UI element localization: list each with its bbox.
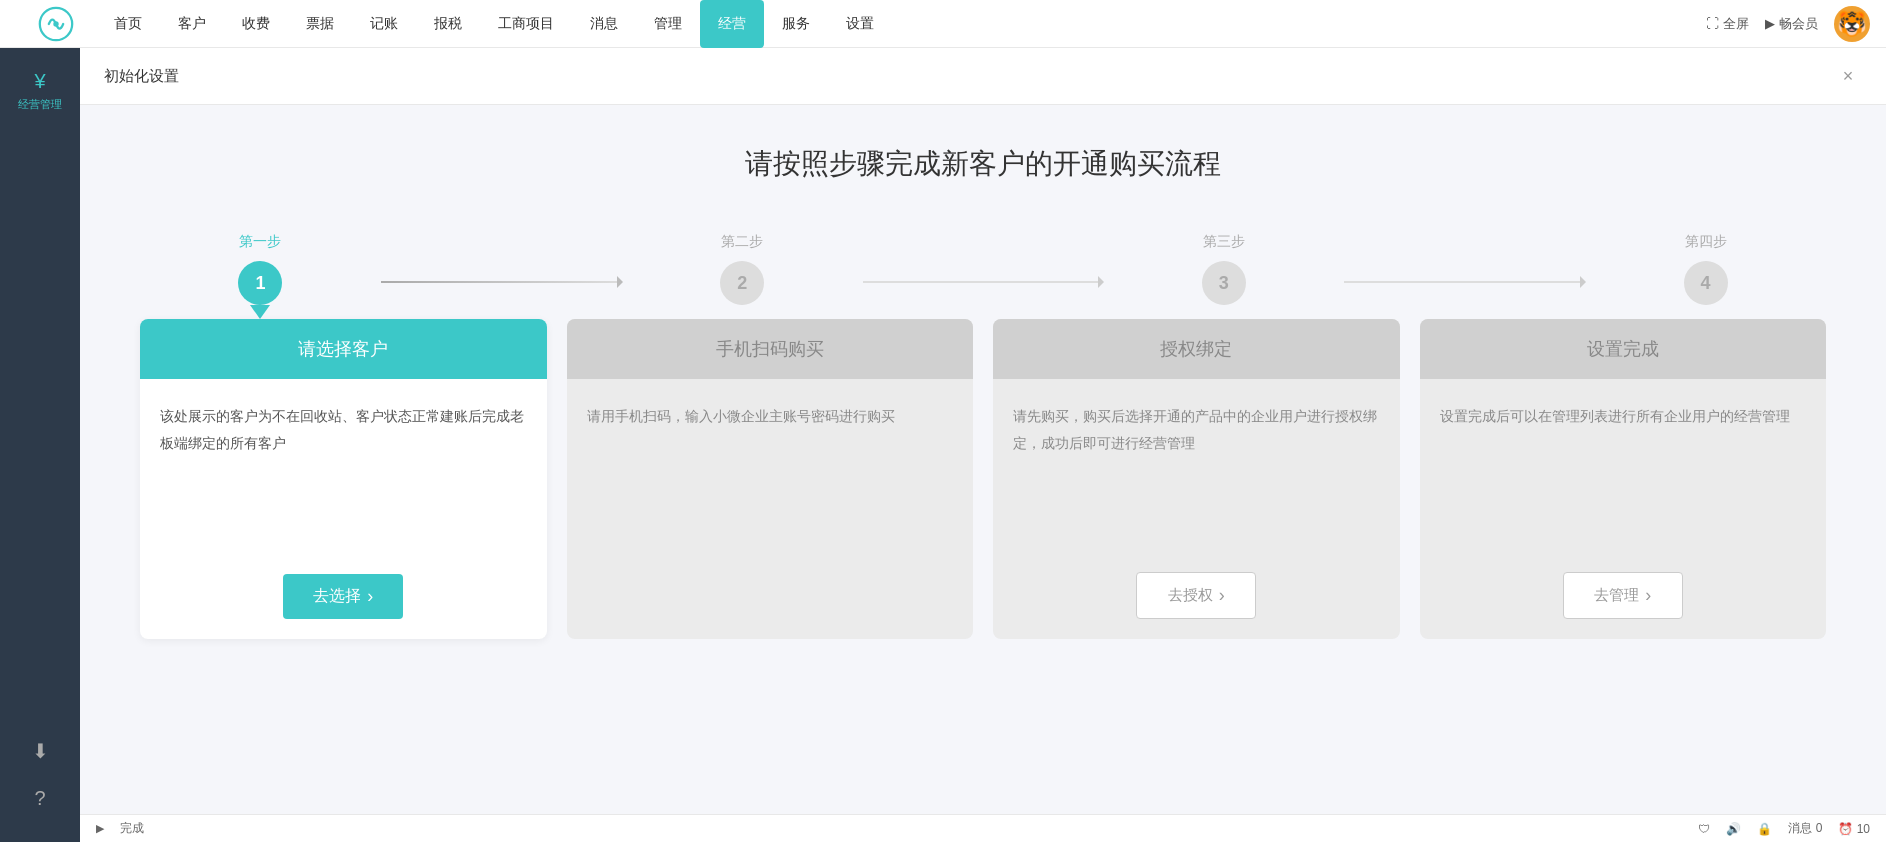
go-select-arrow: › xyxy=(367,586,373,607)
status-play-icon: ▶ xyxy=(96,822,104,835)
avatar[interactable]: 🐯 xyxy=(1834,6,1870,42)
sidebar-item-management[interactable]: ¥ 经营管理 xyxy=(0,58,80,123)
status-label: 完成 xyxy=(120,820,144,837)
card-1-header: 请选择客户 xyxy=(140,319,547,379)
card-1-footer: 去选择 › xyxy=(140,554,547,639)
wizard-title: 请按照步骤完成新客户的开通购买流程 xyxy=(745,145,1221,183)
step-1-label: 第一步 xyxy=(239,233,281,251)
main-content: 初始化设置 × 请按照步骤完成新客户的开通购买流程 第一步 1 xyxy=(80,48,1886,842)
step-3-header: 第三步 3 xyxy=(1103,233,1344,305)
step-card-4: 设置完成 设置完成后可以在管理列表进行所有企业用户的经营管理 去管理 › xyxy=(1420,319,1827,639)
management-icon: ¥ xyxy=(34,70,45,93)
app-layout: ¥ 经营管理 ⬇ ? 初始化设置 × 请按照步骤完成新客户的开通购买流程 xyxy=(0,48,1886,842)
card-3-body: 请先购买，购买后选择开通的产品中的企业用户进行授权绑定，成功后即可进行经营管理 xyxy=(993,379,1400,552)
go-select-button[interactable]: 去选择 › xyxy=(283,574,403,619)
nav-item-工商项目[interactable]: 工商项目 xyxy=(480,0,572,48)
nav-item-客户[interactable]: 客户 xyxy=(160,0,224,48)
nav-item-管理[interactable]: 管理 xyxy=(636,0,700,48)
nav-item-报税[interactable]: 报税 xyxy=(416,0,480,48)
card-4-header: 设置完成 xyxy=(1420,319,1827,379)
nav-item-消息[interactable]: 消息 xyxy=(572,0,636,48)
step-4-header: 第四步 4 xyxy=(1585,233,1826,305)
step-2-header: 第二步 2 xyxy=(622,233,863,305)
sidebar: ¥ 经营管理 ⬇ ? xyxy=(0,48,80,842)
close-button[interactable]: × xyxy=(1834,62,1862,90)
sidebar-bottom: ⬇ ? xyxy=(0,727,80,822)
go-manage-label: 去管理 xyxy=(1594,586,1639,605)
connector-2-3 xyxy=(863,281,1104,283)
help-icon: ? xyxy=(34,787,45,810)
svg-point-1 xyxy=(53,21,58,26)
fullscreen-icon: ⛶ xyxy=(1706,16,1719,31)
step-2-label: 第二步 xyxy=(721,233,763,251)
card-3-footer: 去授权 › xyxy=(993,552,1400,639)
go-authorize-arrow: › xyxy=(1219,585,1225,606)
nav-item-票据[interactable]: 票据 xyxy=(288,0,352,48)
card-1-body: 该处展示的客户为不在回收站、客户状态正常建账后完成老板端绑定的所有客户 xyxy=(140,379,547,554)
page-header: 初始化设置 × xyxy=(80,48,1886,105)
page-title: 初始化设置 xyxy=(104,67,179,86)
member-label: 畅会员 xyxy=(1779,15,1818,33)
nav-item-记账[interactable]: 记账 xyxy=(352,0,416,48)
time-display: ⏰ 10 xyxy=(1838,822,1870,836)
card-4-body: 设置完成后可以在管理列表进行所有企业用户的经营管理 xyxy=(1420,379,1827,552)
card-2-header: 手机扫码购买 xyxy=(567,319,974,379)
step-3-circle: 3 xyxy=(1202,261,1246,305)
card-2-footer xyxy=(567,599,974,639)
download-icon: ⬇ xyxy=(32,739,49,763)
fullscreen-btn[interactable]: ⛶ 全屏 xyxy=(1706,15,1749,33)
status-bar-right: 🛡 🔊 🔒 消息 0 ⏰ 10 xyxy=(1698,820,1870,837)
wizard-steps-wrapper: 第一步 1 第二步 2 xyxy=(140,233,1826,639)
connector-1-2 xyxy=(381,281,622,283)
step-card-1: 请选择客户 该处展示的客户为不在回收站、客户状态正常建账后完成老板端绑定的所有客… xyxy=(140,319,547,639)
step-1-header: 第一步 1 xyxy=(140,233,381,305)
nav-items: 首页客户收费票据记账报税工商项目消息管理经营服务设置 xyxy=(96,0,1706,48)
shield-icon: 🛡 xyxy=(1698,822,1710,836)
lock-icon: 🔒 xyxy=(1757,822,1772,836)
cards-row: 请选择客户 该处展示的客户为不在回收站、客户状态正常建账后完成老板端绑定的所有客… xyxy=(140,319,1826,639)
sidebar-item-label: 经营管理 xyxy=(18,97,62,111)
play-icon: ▶ xyxy=(1765,16,1775,31)
pointer-step1 xyxy=(140,305,381,319)
step-1-circle: 1 xyxy=(238,261,282,305)
logo xyxy=(16,6,96,42)
nav-item-设置[interactable]: 设置 xyxy=(828,0,892,48)
go-authorize-label: 去授权 xyxy=(1168,586,1213,605)
card-4-footer: 去管理 › xyxy=(1420,552,1827,639)
sound-icon: 🔊 xyxy=(1726,822,1741,836)
step-2-circle: 2 xyxy=(720,261,764,305)
nav-item-收费[interactable]: 收费 xyxy=(224,0,288,48)
wizard-area: 请按照步骤完成新客户的开通购买流程 第一步 1 第二 xyxy=(80,105,1886,814)
card-3-header: 授权绑定 xyxy=(993,319,1400,379)
sidebar-download[interactable]: ⬇ xyxy=(0,727,80,775)
nav-item-首页[interactable]: 首页 xyxy=(96,0,160,48)
go-manage-arrow: › xyxy=(1645,585,1651,606)
pointer-row xyxy=(140,305,1826,319)
sidebar-help[interactable]: ? xyxy=(0,775,80,822)
top-nav: 首页客户收费票据记账报税工商项目消息管理经营服务设置 ⛶ 全屏 ▶ 畅会员 🐯 xyxy=(0,0,1886,48)
nav-right: ⛶ 全屏 ▶ 畅会员 🐯 xyxy=(1706,6,1870,42)
nav-item-服务[interactable]: 服务 xyxy=(764,0,828,48)
connector-3-4 xyxy=(1344,281,1585,283)
go-select-label: 去选择 xyxy=(313,586,361,607)
steps-header-row: 第一步 1 第二步 2 xyxy=(140,233,1826,305)
status-bar: ▶ 完成 🛡 🔊 🔒 消息 0 ⏰ 10 xyxy=(80,814,1886,842)
card-2-body: 请用手机扫码，输入小微企业主账号密码进行购买 xyxy=(567,379,974,599)
fullscreen-label: 全屏 xyxy=(1723,15,1749,33)
step1-pointer xyxy=(250,305,270,319)
step-4-label: 第四步 xyxy=(1685,233,1727,251)
step-card-2: 手机扫码购买 请用手机扫码，输入小微企业主账号密码进行购买 xyxy=(567,319,974,639)
nav-item-经营[interactable]: 经营 xyxy=(700,0,764,48)
step-3-label: 第三步 xyxy=(1203,233,1245,251)
go-authorize-button[interactable]: 去授权 › xyxy=(1136,572,1256,619)
step-card-3: 授权绑定 请先购买，购买后选择开通的产品中的企业用户进行授权绑定，成功后即可进行… xyxy=(993,319,1400,639)
member-btn[interactable]: ▶ 畅会员 xyxy=(1765,15,1818,33)
message-count: 消息 0 xyxy=(1788,820,1822,837)
step-4-circle: 4 xyxy=(1684,261,1728,305)
go-manage-button[interactable]: 去管理 › xyxy=(1563,572,1683,619)
